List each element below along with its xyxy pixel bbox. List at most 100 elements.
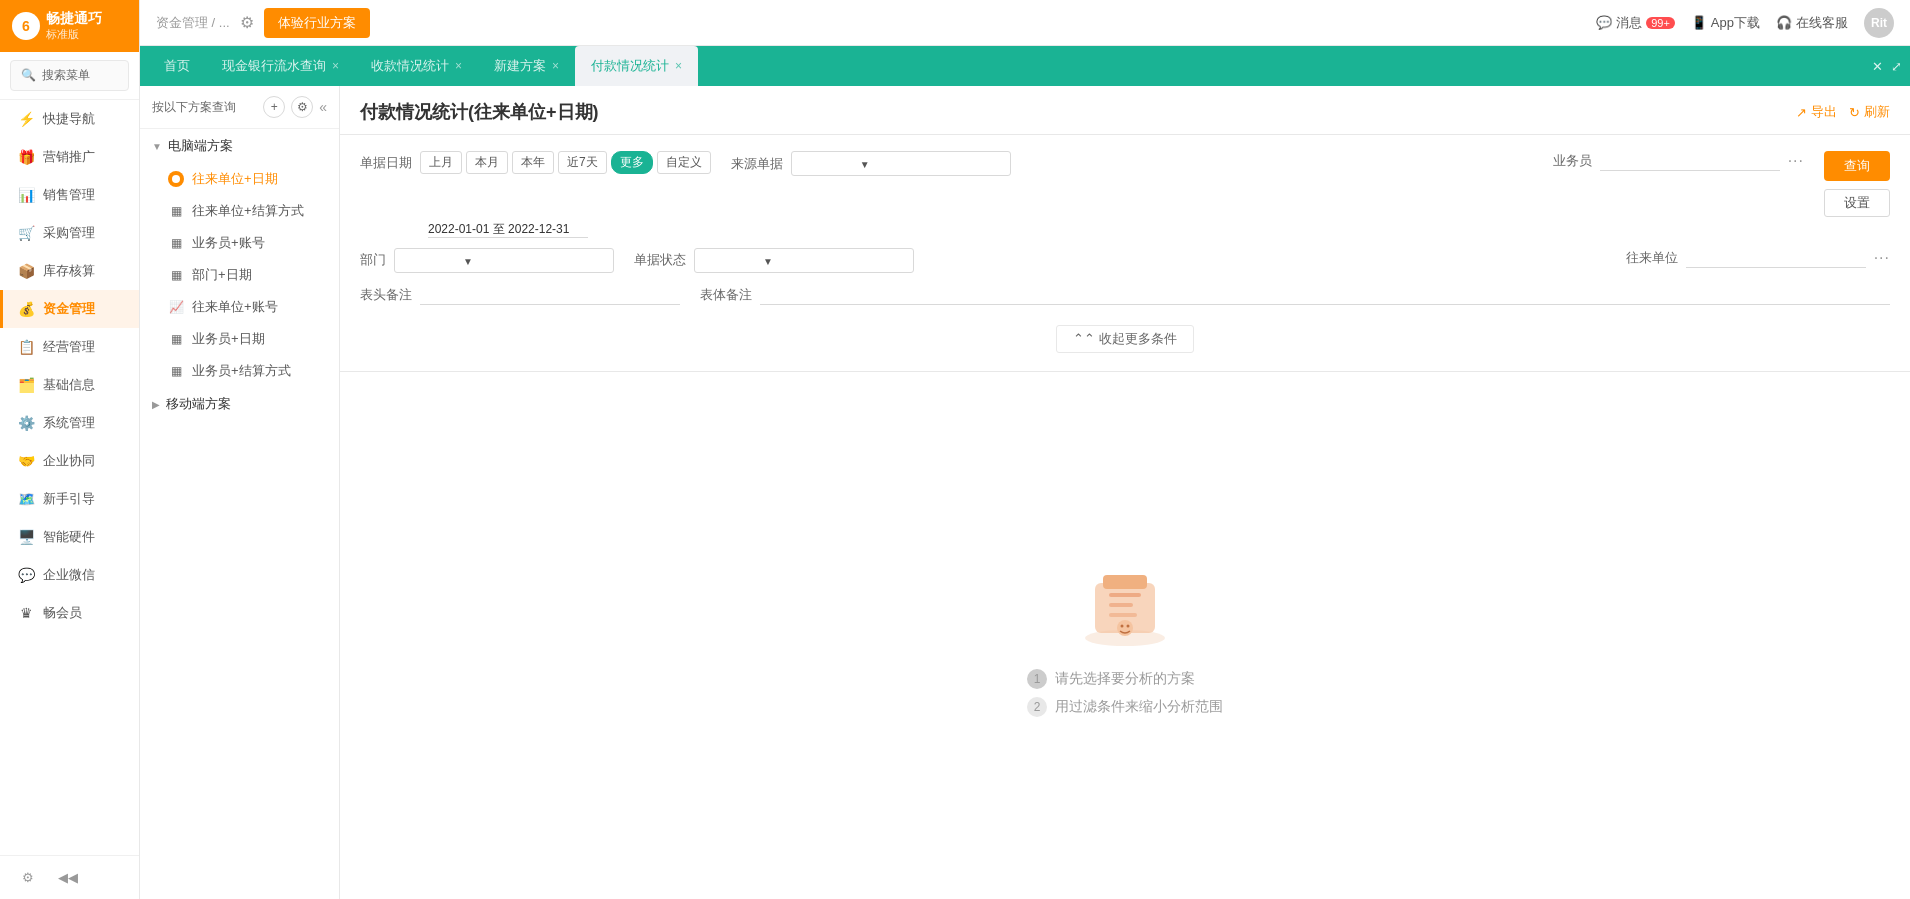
tab-payment-stats[interactable]: 付款情况统计 × [575, 46, 698, 86]
collapse-sidebar-btn[interactable]: ◀◀ [50, 866, 86, 889]
tab-home[interactable]: 首页 [148, 46, 206, 86]
sidebar-item-enterprise[interactable]: 🤝 企业协同 [0, 442, 139, 480]
date-btn-custom[interactable]: 自定义 [657, 151, 711, 174]
date-btn-this-year[interactable]: 本年 [512, 151, 554, 174]
scheme-item-staff-account[interactable]: ▦ 业务员+账号 [140, 227, 339, 259]
sidebar-item-vip[interactable]: ♛ 畅会员 [0, 594, 139, 632]
scheme-item-chart-icon: 📈 [168, 299, 184, 315]
sidebar-item-basic-info[interactable]: 🗂️ 基础信息 [0, 366, 139, 404]
date-btn-7days[interactable]: 近7天 [558, 151, 607, 174]
sidebar-item-guide[interactable]: 🗺️ 新手引导 [0, 480, 139, 518]
sidebar-item-marketing[interactable]: 🎁 营销推广 [0, 138, 139, 176]
app-download-btn[interactable]: 📱 App下载 [1691, 14, 1760, 32]
partner-dots[interactable]: ··· [1874, 249, 1890, 267]
dept-select[interactable] [394, 248, 614, 273]
staff-input[interactable] [1600, 151, 1780, 171]
scheme-item-unit-account[interactable]: 📈 往来单位+账号 [140, 291, 339, 323]
sidebar-item-purchase[interactable]: 🛒 采购管理 [0, 214, 139, 252]
collapse-filter-btn[interactable]: ⌃⌃ 收起更多条件 [1056, 325, 1194, 353]
svg-rect-3 [1103, 575, 1147, 589]
scheme-item-table-icon5: ▦ [168, 363, 184, 379]
staff-filter: 业务员 ··· [1553, 151, 1804, 171]
settings-footer-btn[interactable]: ⚙ [14, 866, 42, 889]
sidebar-item-hardware[interactable]: 🖥️ 智能硬件 [0, 518, 139, 556]
trial-industry-button[interactable]: 体验行业方案 [264, 8, 370, 38]
search-menu-button[interactable]: 🔍 搜索菜单 [10, 60, 129, 91]
source-doc-filter: 来源单据 [731, 151, 1533, 176]
tab-new-scheme-close[interactable]: × [552, 59, 559, 73]
query-button[interactable]: 查询 [1824, 151, 1890, 181]
header-notes-input[interactable] [420, 285, 680, 305]
partner-input[interactable] [1686, 248, 1866, 268]
scheme-item-table-icon3: ▦ [168, 267, 184, 283]
sidebar-nav: ⚡ 快捷导航 🎁 营销推广 📊 销售管理 🛒 采购管理 📦 库存核算 💰 资金管… [0, 100, 139, 855]
tab-new-scheme[interactable]: 新建方案 × [478, 46, 575, 86]
tab-receivables-close[interactable]: × [455, 59, 462, 73]
body-notes-input[interactable] [760, 285, 1890, 305]
source-doc-label: 来源单据 [731, 155, 783, 173]
filter-settings-btn[interactable]: 设置 [1824, 189, 1890, 217]
download-icon: 📱 [1691, 15, 1707, 30]
export-icon: ↗ [1796, 105, 1807, 120]
tab-payment-stats-close[interactable]: × [675, 59, 682, 73]
service-icon: 🎧 [1776, 15, 1792, 30]
date-btn-last-month[interactable]: 上月 [420, 151, 462, 174]
tab-cashflow-close[interactable]: × [332, 59, 339, 73]
date-btn-more[interactable]: 更多 [611, 151, 653, 174]
topbar-right: 💬 消息 99+ 📱 App下载 🎧 在线客服 Rit [1596, 8, 1894, 38]
date-range-display [428, 221, 1890, 238]
page-header: 付款情况统计(往来单位+日期) ↗ 导出 ↻ 刷新 [340, 86, 1910, 135]
filter-row-1: 单据日期 上月 本月 本年 近7天 更多 自定义 来源单据 [360, 151, 1890, 217]
doc-status-select[interactable] [694, 248, 914, 273]
logo-text: 畅捷通巧 标准版 [46, 10, 102, 42]
desktop-scheme-group-header[interactable]: 电脑端方案 [140, 129, 339, 163]
finance-icon: 💰 [17, 300, 35, 318]
date-range-input[interactable] [428, 223, 588, 238]
scheme-item-table-icon: ▦ [168, 203, 184, 219]
sidebar-footer: ⚙ ◀◀ [0, 855, 139, 899]
date-btn-this-month[interactable]: 本月 [466, 151, 508, 174]
svg-rect-5 [1109, 603, 1133, 607]
wechat-icon: 💬 [17, 566, 35, 584]
online-service-btn[interactable]: 🎧 在线客服 [1776, 14, 1848, 32]
close-all-tabs-btn[interactable]: ✕ [1872, 59, 1883, 74]
topbar-settings-icon[interactable]: ⚙ [240, 13, 254, 32]
mobile-scheme-group-header[interactable]: 移动端方案 [140, 387, 339, 421]
sidebar-item-finance[interactable]: 💰 资金管理 [0, 290, 139, 328]
scheme-item-unit-settle[interactable]: ▦ 往来单位+结算方式 [140, 195, 339, 227]
notification-badge: 99+ [1646, 17, 1675, 29]
sidebar-item-operations[interactable]: 📋 经营管理 [0, 328, 139, 366]
scheme-item-dept-date[interactable]: ▦ 部门+日期 [140, 259, 339, 291]
maximize-window-btn[interactable]: ⤢ [1891, 59, 1902, 74]
sidebar-item-quick-nav[interactable]: ⚡ 快捷导航 [0, 100, 139, 138]
sidebar-item-inventory[interactable]: 📦 库存核算 [0, 252, 139, 290]
scheme-panel-title: 按以下方案查询 [152, 99, 236, 116]
right-panel: 付款情况统计(往来单位+日期) ↗ 导出 ↻ 刷新 [340, 86, 1910, 899]
sidebar-item-sales[interactable]: 📊 销售管理 [0, 176, 139, 214]
collapse-panel-btn[interactable]: « [319, 99, 327, 115]
message-icon: 💬 [1596, 15, 1612, 30]
tab-receivables[interactable]: 收款情况统计 × [355, 46, 478, 86]
main-content: 资金管理 / ... ⚙ 体验行业方案 💬 消息 99+ 📱 App下载 🎧 在… [140, 0, 1910, 899]
scheme-panel-header: 按以下方案查询 + ⚙ « [140, 86, 339, 129]
scheme-item-staff-date[interactable]: ▦ 业务员+日期 [140, 323, 339, 355]
dept-chevron [463, 253, 473, 268]
export-btn[interactable]: ↗ 导出 [1796, 103, 1837, 121]
scheme-item-unit-date[interactable]: 往来单位+日期 [140, 163, 339, 195]
source-doc-select[interactable] [791, 151, 1011, 176]
user-avatar[interactable]: Rit [1864, 8, 1894, 38]
notification-btn[interactable]: 💬 消息 99+ [1596, 14, 1675, 32]
refresh-btn[interactable]: ↻ 刷新 [1849, 103, 1890, 121]
sidebar-item-wechat[interactable]: 💬 企业微信 [0, 556, 139, 594]
staff-dots[interactable]: ··· [1788, 152, 1804, 170]
svg-point-0 [172, 175, 180, 183]
scheme-item-staff-settle[interactable]: ▦ 业务员+结算方式 [140, 355, 339, 387]
sidebar-item-system[interactable]: ⚙️ 系统管理 [0, 404, 139, 442]
scheme-settings-btn[interactable]: ⚙ [291, 96, 313, 118]
tab-cashflow[interactable]: 现金银行流水查询 × [206, 46, 355, 86]
header-notes-label: 表头备注 [360, 286, 412, 304]
filter-area: 单据日期 上月 本月 本年 近7天 更多 自定义 来源单据 [340, 135, 1910, 372]
add-scheme-btn[interactable]: + [263, 96, 285, 118]
date-quick-btns: 上月 本月 本年 近7天 更多 自定义 [420, 151, 711, 174]
purchase-icon: 🛒 [17, 224, 35, 242]
